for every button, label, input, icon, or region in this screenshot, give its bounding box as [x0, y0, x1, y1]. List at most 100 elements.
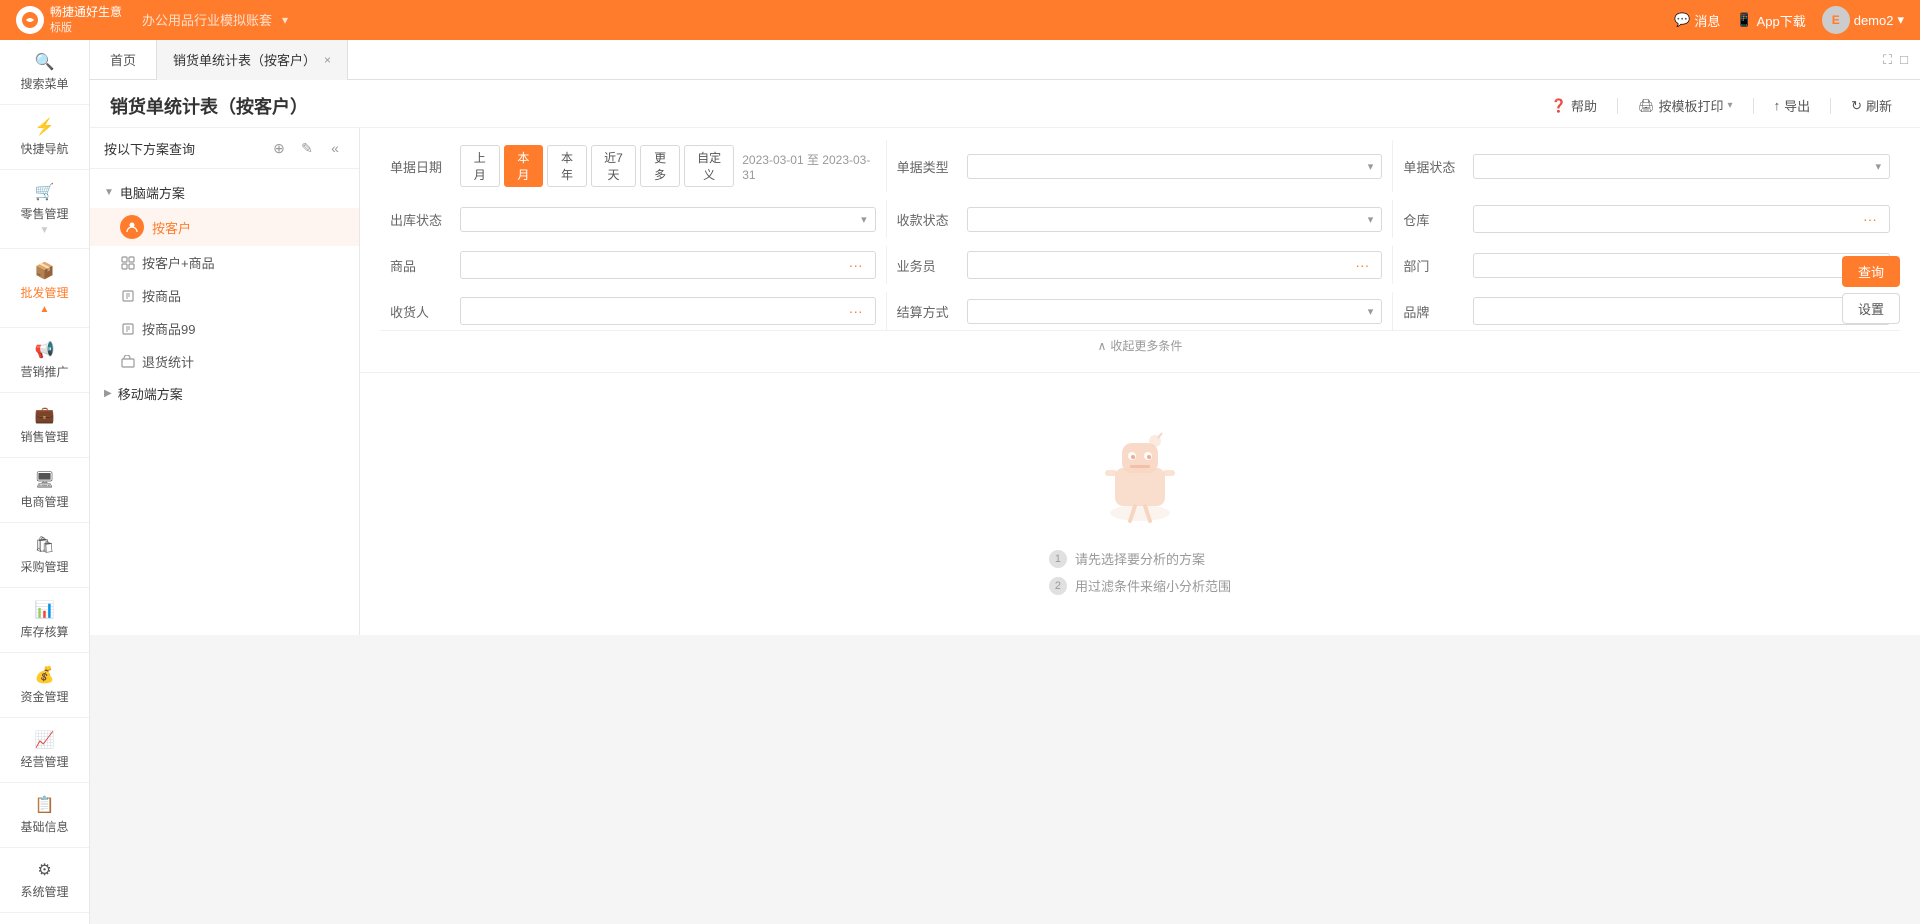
settings-btn[interactable]: 设置 — [1842, 293, 1900, 324]
salesperson-dots[interactable]: ··· — [1351, 257, 1373, 273]
query-btn-area: 查询 设置 — [1842, 256, 1900, 324]
filter-cell-out-status: 出库状态 ▾ — [380, 200, 887, 238]
sidebar-item-basic-label: 基础信息 — [4, 818, 85, 835]
scheme-add-btn[interactable]: ⊕ — [269, 138, 289, 158]
return-stats-label: 退货统计 — [142, 352, 194, 371]
sidebar-item-ecommerce[interactable]: 🖥 电商管理 — [0, 458, 89, 523]
date-range-text: 2023-03-01 至 2023-03-31 — [742, 151, 875, 182]
date-btn-custom[interactable]: 自定义 — [684, 145, 734, 187]
sidebar-item-finance-label: 资金管理 — [4, 688, 85, 705]
query-btn[interactable]: 查询 — [1842, 256, 1900, 287]
tree-item-by-product99[interactable]: 按商品99 — [90, 312, 359, 345]
wholesale-arrow: ▲ — [40, 304, 50, 315]
user-menu-btn[interactable]: E demo2 ▾ — [1822, 6, 1904, 34]
date-btn-last-month[interactable]: 上月 — [460, 145, 500, 187]
sidebar-item-system[interactable]: ⚙ 系统管理 — [0, 848, 89, 913]
product-dots[interactable]: ··· — [845, 257, 867, 273]
tab-maximize-area: ⛶ □ — [1871, 52, 1920, 68]
tree-item-by-product[interactable]: 按商品 — [90, 279, 359, 312]
main-body: 🔍 搜索菜单 ⚡ 快捷导航 🛒 零售管理 ▼ 📦 批发管理 ▲ 📢 营销推广 — [0, 40, 1920, 924]
sidebar-item-purchase[interactable]: 🛍 采购管理 — [0, 523, 89, 588]
content-area: 首页 销货单统计表（按客户） × ⛶ □ 销货单统计表（按客户） — [90, 40, 1920, 924]
help-btn[interactable]: ❓ 帮助 — [1543, 92, 1605, 119]
sidebar-item-basic[interactable]: 📋 基础信息 — [0, 783, 89, 848]
dropdown-arrow[interactable]: ▾ — [282, 13, 288, 27]
tab-home-label: 首页 — [110, 50, 136, 69]
product-select[interactable]: ··· — [460, 251, 876, 279]
message-icon: 💬 — [1674, 12, 1690, 28]
sidebar-item-marketing[interactable]: 📢 营销推广 — [0, 328, 89, 393]
department-select[interactable]: ▾ — [1473, 253, 1890, 278]
collect-status-select[interactable]: ▾ — [967, 207, 1383, 232]
restore-icon[interactable]: ⛶ — [1883, 52, 1892, 68]
by-customer-product-icon — [120, 255, 136, 271]
order-status-select[interactable]: ▾ — [1473, 154, 1890, 179]
page-inner: 销货单统计表（按客户） ❓ 帮助 🖨 按模板打印 ▾ — [90, 80, 1920, 635]
receiver-dots[interactable]: ··· — [845, 303, 867, 319]
filter-cell-receiver: 收货人 ··· — [380, 292, 887, 330]
sidebar-item-operation[interactable]: 📈 经营管理 — [0, 718, 89, 783]
tree-group-mobile-header[interactable]: ▶ 移动端方案 — [90, 378, 359, 409]
tree-group-pc-header[interactable]: ▼ 电脑端方案 — [90, 177, 359, 208]
sidebar-item-retail-label: 零售管理 — [4, 205, 85, 222]
app-download-btn[interactable]: 📱 App下载 — [1736, 11, 1805, 30]
date-btn-this-month[interactable]: 本月 — [504, 145, 544, 187]
sidebar-item-ecommerce-label: 电商管理 — [4, 493, 85, 510]
export-btn[interactable]: ↑ 导出 — [1766, 92, 1819, 119]
page-title: 销货单统计表（按客户） — [110, 93, 308, 119]
tab-active[interactable]: 销货单统计表（按客户） × — [157, 40, 348, 80]
tab-close-btn[interactable]: × — [324, 53, 331, 67]
tab-home[interactable]: 首页 — [90, 40, 157, 80]
sidebar-item-sales[interactable]: 💼 销售管理 — [0, 393, 89, 458]
date-btn-7days[interactable]: 近7天 — [591, 145, 637, 187]
scheme-collapse-btn[interactable]: « — [325, 138, 345, 158]
warehouse-label: 仓库 — [1403, 210, 1473, 229]
sidebar-item-inventory-label: 库存核算 — [4, 623, 85, 640]
page-content: 销货单统计表（按客户） ❓ 帮助 🖨 按模板打印 ▾ — [90, 80, 1920, 924]
date-btn-more[interactable]: 更多 — [640, 145, 680, 187]
sidebar-item-system-label: 系统管理 — [4, 883, 85, 900]
tip-text-1: 请先选择要分析的方案 — [1075, 549, 1205, 568]
refresh-btn[interactable]: ↻ 刷新 — [1843, 92, 1900, 119]
date-btn-this-year[interactable]: 本年 — [547, 145, 587, 187]
sidebar-item-enterprise[interactable]: 🤝 企业协同 — [0, 913, 89, 924]
sidebar-item-finance[interactable]: 💰 资金管理 — [0, 653, 89, 718]
divider-3 — [1830, 98, 1831, 114]
sidebar-item-quick-nav-label: 快捷导航 — [4, 140, 85, 157]
return-stats-icon — [120, 354, 136, 370]
tip-num-1: 1 — [1049, 550, 1067, 568]
salesperson-select[interactable]: ··· — [967, 251, 1383, 279]
tree-item-by-customer-product[interactable]: 按客户+商品 — [90, 246, 359, 279]
date-btns: 上月 本月 本年 近7天 更多 自定义 — [460, 145, 734, 187]
tree-item-by-customer[interactable]: 按客户 — [90, 208, 359, 246]
filter-row-3: 商品 ··· 业务员 ··· — [380, 246, 1900, 284]
message-btn[interactable]: 💬 消息 — [1674, 11, 1720, 30]
tree-item-return-stats[interactable]: 退货统计 — [90, 345, 359, 378]
sidebar-item-wholesale-label: 批发管理 — [4, 284, 85, 301]
sidebar-item-wholesale[interactable]: 📦 批发管理 ▲ — [0, 249, 89, 328]
scheme-edit-btn[interactable]: ✎ — [297, 138, 317, 158]
order-status-arrow: ▾ — [1875, 160, 1881, 173]
print-btn[interactable]: 🖨 按模板打印 ▾ — [1630, 92, 1741, 119]
order-type-select[interactable]: ▾ — [967, 154, 1383, 179]
scheme-tree: ▼ 电脑端方案 按客户 — [90, 169, 359, 417]
divider-2 — [1753, 98, 1754, 114]
warehouse-dots[interactable]: ··· — [1859, 211, 1881, 227]
brand-select[interactable]: ··· — [1473, 297, 1890, 325]
collapse-bar[interactable]: ∧ 收起更多条件 — [380, 330, 1900, 360]
sidebar-item-search[interactable]: 🔍 搜索菜单 — [0, 40, 89, 105]
settle-select[interactable]: ▾ — [967, 299, 1383, 324]
tree-group-mobile: ▶ 移动端方案 — [90, 378, 359, 409]
sidebar-item-retail[interactable]: 🛒 零售管理 ▼ — [0, 170, 89, 249]
out-status-select[interactable]: ▾ — [460, 207, 876, 232]
department-label: 部门 — [1403, 256, 1473, 275]
receiver-select[interactable]: ··· — [460, 297, 876, 325]
export-icon: ↑ — [1774, 98, 1781, 113]
sidebar-item-quick-nav[interactable]: ⚡ 快捷导航 — [0, 105, 89, 170]
maximize-icon[interactable]: □ — [1900, 52, 1908, 68]
page-header: 销货单统计表（按客户） ❓ 帮助 🖨 按模板打印 ▾ — [90, 80, 1920, 128]
sidebar-item-inventory[interactable]: 📊 库存核算 — [0, 588, 89, 653]
by-product99-icon — [120, 321, 136, 337]
sidebar-item-sales-label: 销售管理 — [4, 428, 85, 445]
warehouse-select[interactable]: ··· — [1473, 205, 1890, 233]
